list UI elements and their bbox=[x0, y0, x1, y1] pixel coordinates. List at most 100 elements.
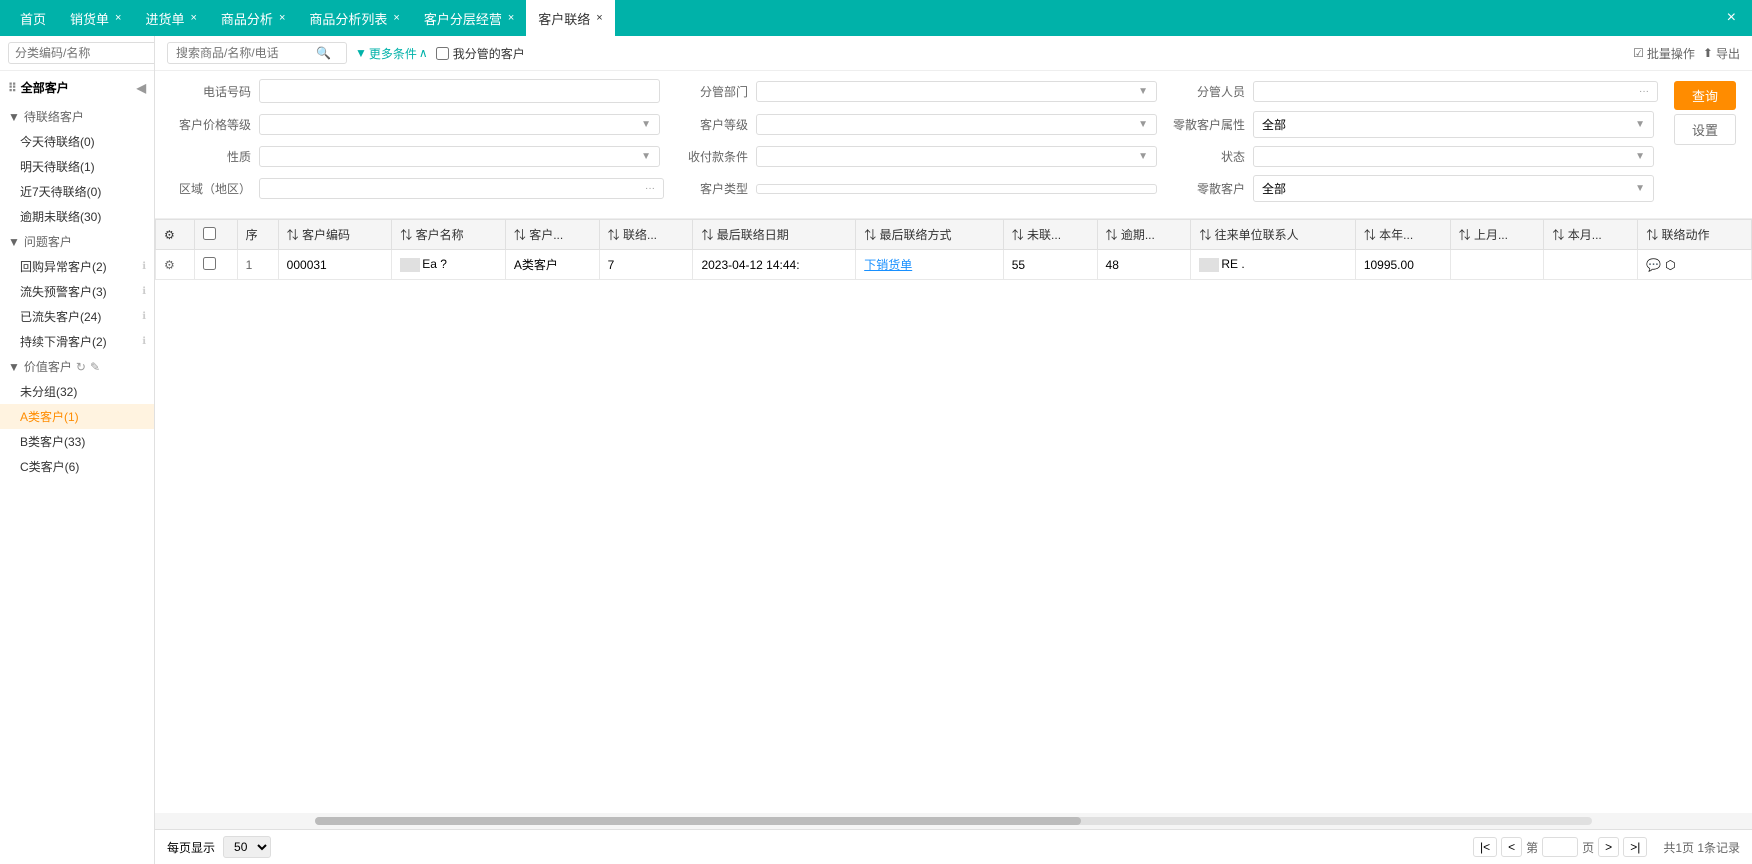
close-tab-icon[interactable]: × bbox=[508, 12, 514, 24]
col-header-name[interactable]: ⇅ 客户名称 bbox=[392, 220, 506, 250]
close-tab-icon[interactable]: × bbox=[115, 12, 121, 24]
export-btn[interactable]: ⬆ 导出 bbox=[1703, 45, 1740, 62]
close-tab-icon[interactable]: × bbox=[596, 12, 602, 24]
phone-input[interactable] bbox=[259, 79, 660, 103]
page-input[interactable]: 1 bbox=[1542, 837, 1578, 857]
nav-tab-进货单[interactable]: 进货单× bbox=[133, 0, 208, 36]
nav-tab-商品分析列表[interactable]: 商品分析列表× bbox=[297, 0, 411, 36]
sidebar-item-持续下滑客户[interactable]: 持续下滑客户(2)ℹ bbox=[0, 329, 154, 354]
sidebar-group-价值客户[interactable]: ▼价值客户↻✎ bbox=[0, 354, 154, 379]
customer-grade-select[interactable]: ▼ bbox=[756, 114, 1157, 135]
select-all-checkbox[interactable] bbox=[203, 227, 216, 240]
sidebar-item-label: 已流失客户(24) bbox=[20, 308, 101, 325]
last-page-btn[interactable]: >| bbox=[1623, 837, 1647, 857]
col-header-overdue[interactable]: ⇅ 逾期... bbox=[1097, 220, 1191, 250]
action-qr-icon[interactable]: ⬡ bbox=[1665, 258, 1675, 272]
col-header-contact_count[interactable]: ⇅ 联络... bbox=[599, 220, 693, 250]
phone-field: 电话号码 bbox=[171, 79, 668, 103]
sidebar-search-input[interactable] bbox=[8, 42, 155, 64]
sidebar-item-逾期未联络[interactable]: 逾期未联络(30) bbox=[0, 204, 154, 229]
batch-op-btn[interactable]: ☑ 批量操作 bbox=[1633, 45, 1695, 62]
manager-select[interactable]: ··· bbox=[1253, 81, 1658, 102]
horizontal-scrollbar[interactable] bbox=[155, 813, 1752, 829]
col-header-action[interactable]: ⇅ 联络动作 bbox=[1638, 220, 1752, 250]
nav-tab-商品分析[interactable]: 商品分析× bbox=[209, 0, 297, 36]
sidebar-item-回购异常客户[interactable]: 回购异常客户(2)ℹ bbox=[0, 254, 154, 279]
sidebar-item-未分组[interactable]: 未分组(32) bbox=[0, 379, 154, 404]
col-header-code[interactable]: ⇅ 客户编码 bbox=[278, 220, 392, 250]
sidebar-group-待联络客户[interactable]: ▼待联络客户 bbox=[0, 104, 154, 129]
col-header-level[interactable]: ⇅ 客户... bbox=[505, 220, 599, 250]
search-icon[interactable]: 🔍 bbox=[316, 46, 331, 60]
retail-attr-select[interactable]: 全部▼ bbox=[1253, 111, 1654, 138]
my-customers-checkbox[interactable]: 我分管的客户 bbox=[436, 45, 525, 62]
scroll-track[interactable] bbox=[315, 817, 1593, 825]
sidebar-item-已流失客户[interactable]: 已流失客户(24) ℹ bbox=[0, 304, 154, 329]
nav-tab-客户分层经营[interactable]: 客户分层经营× bbox=[412, 0, 526, 36]
payment-select[interactable]: ▼ bbox=[756, 146, 1157, 167]
region-select[interactable]: ··· bbox=[259, 178, 664, 199]
col-header-contact_person[interactable]: ⇅ 往来单位联系人 bbox=[1191, 220, 1356, 250]
sidebar-item-近7天待联络[interactable]: 近7天待联络(0) bbox=[0, 179, 154, 204]
sidebar-all-customers[interactable]: ⠿ 全部客户 ◀ bbox=[0, 71, 154, 104]
col-header-this_month[interactable]: ⇅ 本月... bbox=[1544, 220, 1638, 250]
close-tab-icon[interactable]: × bbox=[393, 12, 399, 24]
close-tab-icon[interactable]: × bbox=[190, 12, 196, 24]
action-chat-icon[interactable]: 💬 bbox=[1646, 258, 1661, 272]
nature-select[interactable]: ▼ bbox=[259, 146, 660, 167]
info-icon[interactable]: ℹ bbox=[142, 286, 146, 297]
dept-select[interactable]: ▼ bbox=[756, 81, 1157, 102]
prev-page-btn[interactable]: < bbox=[1501, 837, 1522, 857]
sidebar-item-今天待联络[interactable]: 今天待联络(0) bbox=[0, 129, 154, 154]
col-header-checkbox[interactable] bbox=[195, 220, 237, 250]
collapse-icon[interactable]: ◀ bbox=[137, 81, 146, 95]
last-contact-type[interactable]: 下销货单 bbox=[864, 258, 912, 272]
row-gear-icon[interactable]: ⚙ bbox=[164, 258, 175, 272]
status-select[interactable]: ▼ bbox=[1253, 146, 1654, 167]
col-header-last_contact_date[interactable]: ⇅ 最后联络日期 bbox=[693, 220, 856, 250]
col-header-this_year[interactable]: ⇅ 本年... bbox=[1355, 220, 1450, 250]
refresh-icon[interactable]: ↻ bbox=[76, 360, 86, 374]
nav-tab-首页[interactable]: 首页 bbox=[8, 0, 58, 36]
setting-button[interactable]: 设置 bbox=[1674, 114, 1736, 145]
sidebar-item-C类客户[interactable]: C类客户(6) bbox=[0, 454, 154, 479]
my-customers-check[interactable] bbox=[436, 47, 449, 60]
col-header-last_month[interactable]: ⇅ 上月... bbox=[1450, 220, 1544, 250]
search-input[interactable] bbox=[176, 46, 316, 60]
info-icon[interactable]: ℹ bbox=[142, 336, 146, 347]
close-tab-icon[interactable]: × bbox=[279, 12, 285, 24]
col-header-unlinkdays[interactable]: ⇅ 未联... bbox=[1003, 220, 1097, 250]
price-grade-select[interactable]: ▼ bbox=[259, 114, 660, 135]
close-all-icon[interactable]: × bbox=[1719, 9, 1744, 27]
filter-search-box[interactable]: 🔍 bbox=[167, 42, 347, 64]
customer-type-select[interactable] bbox=[756, 184, 1157, 194]
retail-customer-select[interactable]: 全部▼ bbox=[1253, 175, 1654, 202]
sidebar-item-流失预警客户[interactable]: 流失预警客户(3)ℹ bbox=[0, 279, 154, 304]
col-header-last_contact_type[interactable]: ⇅ 最后联络方式 bbox=[856, 220, 1004, 250]
region-label: 区域（地区） bbox=[171, 180, 251, 197]
row-checkbox[interactable] bbox=[203, 257, 216, 270]
sidebar-item-label: A类客户(1) bbox=[20, 408, 79, 425]
info-icon[interactable]: ℹ bbox=[142, 311, 146, 322]
nature-field: 性质 ▼ bbox=[171, 146, 668, 167]
page-size-select[interactable]: 50 bbox=[223, 836, 271, 858]
total-records: 共1页 1条记录 bbox=[1663, 839, 1740, 856]
col-header-index[interactable]: 序 bbox=[237, 220, 278, 250]
next-page-btn[interactable]: > bbox=[1598, 837, 1619, 857]
sidebar-group-问题客户[interactable]: ▼问题客户 bbox=[0, 229, 154, 254]
region-more-icon: ··· bbox=[645, 183, 655, 194]
col-header-gear[interactable]: ⚙ bbox=[156, 220, 195, 250]
nav-tab-销货单[interactable]: 销货单× bbox=[58, 0, 133, 36]
sidebar-item-B类客户[interactable]: B类客户(33) bbox=[0, 429, 154, 454]
edit-icon[interactable]: ✎ bbox=[90, 360, 100, 374]
scroll-thumb[interactable] bbox=[315, 817, 1082, 825]
sidebar-item-明天待联络[interactable]: 明天待联络(1) bbox=[0, 154, 154, 179]
customer-name: Ea ? bbox=[400, 257, 447, 271]
first-page-btn[interactable]: |< bbox=[1473, 837, 1497, 857]
arrow-icon: ▼ bbox=[8, 360, 20, 374]
info-icon[interactable]: ℹ bbox=[142, 261, 146, 272]
query-button[interactable]: 查询 bbox=[1674, 81, 1736, 110]
more-conditions-btn[interactable]: ▼ 更多条件 ∧ bbox=[355, 45, 428, 62]
sidebar-item-A类客户[interactable]: A类客户(1) bbox=[0, 404, 154, 429]
nav-tab-客户联络[interactable]: 客户联络× bbox=[526, 0, 614, 36]
